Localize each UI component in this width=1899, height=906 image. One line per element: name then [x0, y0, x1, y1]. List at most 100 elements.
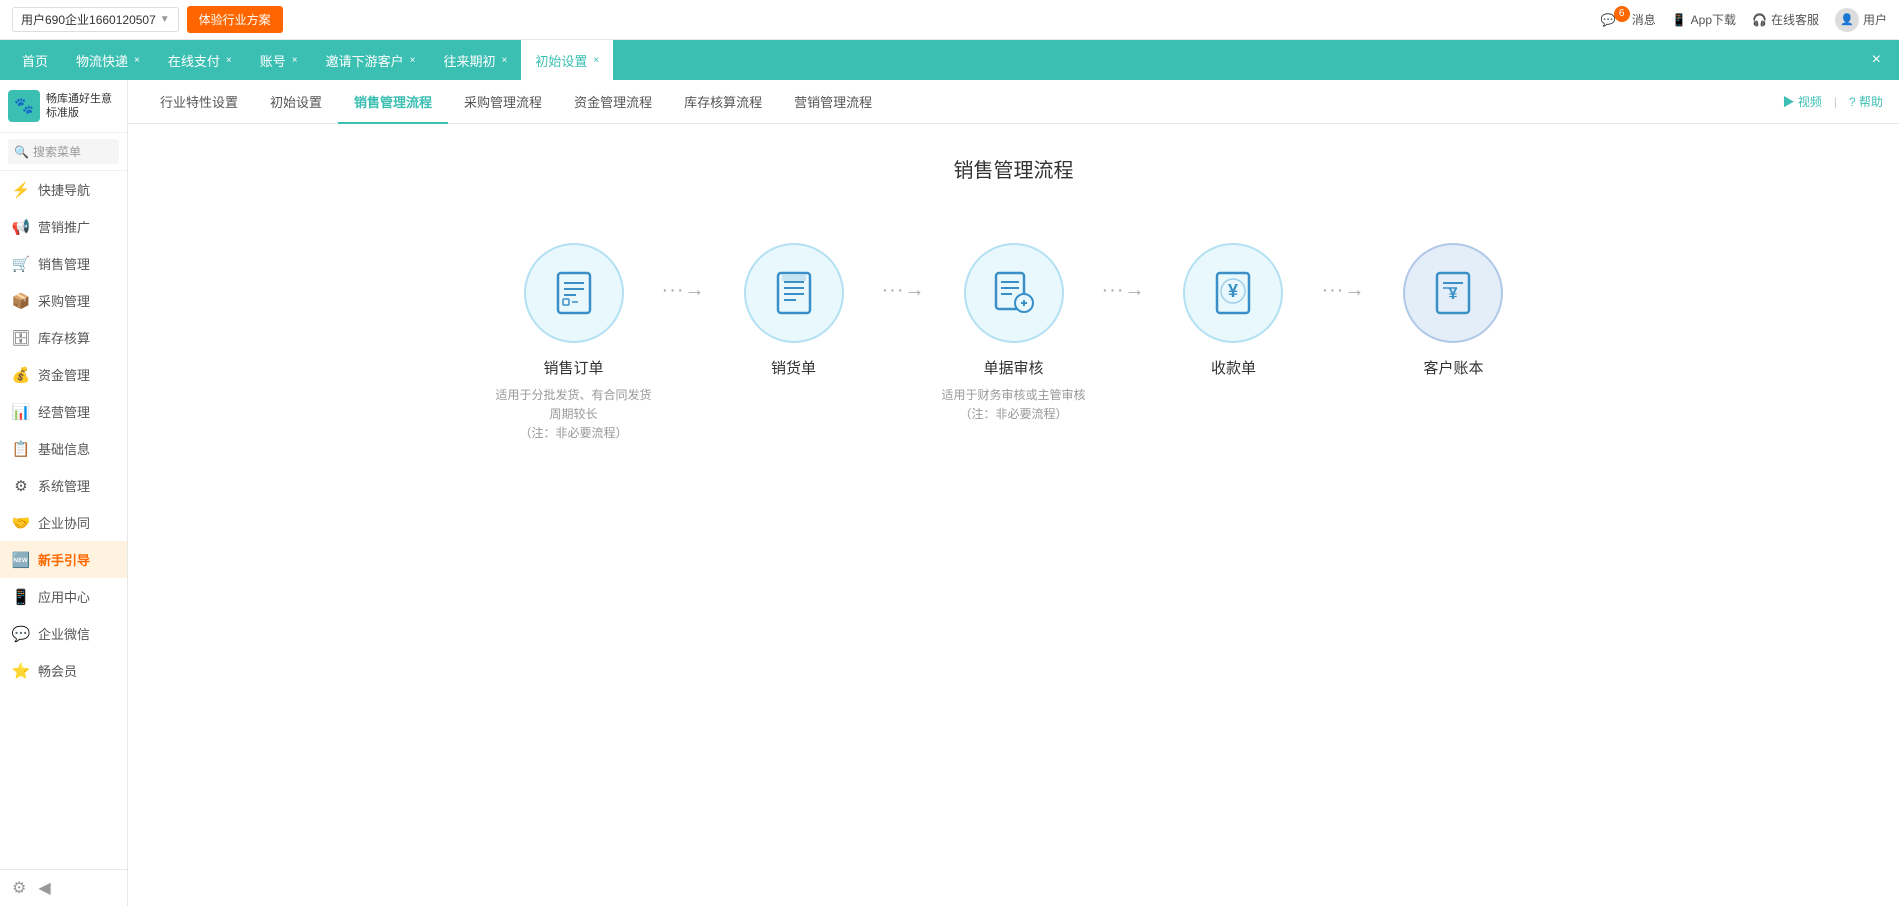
app-download-item[interactable]: 📱 App下载	[1672, 11, 1736, 28]
coop-icon: 🤝	[12, 514, 30, 532]
member-icon: ⭐	[12, 662, 30, 680]
nav-logistics-close-icon[interactable]: ×	[134, 55, 140, 66]
subnav-marketing-flow[interactable]: 营销管理流程	[778, 80, 888, 124]
collapse-icon[interactable]: ◀	[38, 878, 50, 898]
account-icon: ¥	[1429, 269, 1477, 317]
app-label: App下载	[1691, 11, 1736, 28]
nav-opening-label: 往来期初	[443, 51, 495, 70]
trial-button[interactable]: 体验行业方案	[187, 6, 283, 33]
nav-account-close-icon[interactable]: ×	[292, 55, 298, 66]
sidebar-item-coop[interactable]: 🤝 企业协同	[0, 504, 127, 541]
nav-payment-close-icon[interactable]: ×	[226, 55, 232, 66]
subnav-finance-flow[interactable]: 资金管理流程	[558, 80, 668, 124]
nav-home-label: 首页	[22, 51, 48, 70]
nav-opening-close-icon[interactable]: ×	[501, 55, 507, 66]
service-item[interactable]: 🎧 在线客服	[1752, 11, 1819, 28]
message-item[interactable]: 💬 6 消息	[1601, 11, 1656, 28]
flow-arrow-2: ···→	[882, 243, 926, 302]
app-icon: 📱	[1672, 13, 1687, 27]
sidebar-item-marketing-label: 营销推广	[38, 217, 90, 236]
marketing-icon: 📢	[12, 218, 30, 236]
play-icon: ▶	[1782, 95, 1794, 109]
nav-logistics[interactable]: 物流快递 ×	[62, 40, 154, 80]
sidebar-item-sales[interactable]: 🛒 销售管理	[0, 245, 127, 282]
sidebar-item-purchase[interactable]: 📦 采购管理	[0, 282, 127, 319]
subnav-industry[interactable]: 行业特性设置	[144, 80, 254, 124]
dropdown-arrow-icon: ▼	[160, 14, 170, 25]
nav-initial-settings-close-icon[interactable]: ×	[593, 55, 599, 66]
subnav-initial[interactable]: 初始设置	[254, 80, 338, 124]
user-display-name: 用户	[1863, 11, 1887, 28]
flow-step-invoice: 销货单	[714, 243, 874, 386]
guide-icon: 🆕	[12, 551, 30, 569]
flow-arrow-1: ···→	[662, 243, 706, 302]
sales-order-icon	[550, 269, 598, 317]
main-layout: 🐾 畅库通好生意 标准版 🔍 搜索菜单 ⚡ 快捷导航 📢 营销推广	[0, 80, 1899, 906]
user-selector[interactable]: 用户690企业1660120507 ▼	[12, 7, 179, 32]
flow-circle-audit	[964, 243, 1064, 343]
quicknav-icon: ⚡	[12, 181, 30, 199]
nav-initial-settings-label: 初始设置	[535, 51, 587, 70]
sidebar-item-wechat-label: 企业微信	[38, 624, 90, 643]
settings-icon[interactable]: ⚙	[12, 878, 26, 898]
operations-icon: 📊	[12, 403, 30, 421]
subnav-inventory-flow[interactable]: 库存核算流程	[668, 80, 778, 124]
subnav-sales-flow[interactable]: 销售管理流程	[338, 80, 448, 124]
service-label: 在线客服	[1771, 11, 1819, 28]
sidebar-search-container: 🔍 搜索菜单	[0, 133, 127, 171]
flow-step-account: ¥ 客户账本	[1373, 243, 1533, 386]
nav-home[interactable]: 首页	[8, 40, 62, 80]
sidebar-menu: 🔍 搜索菜单 ⚡ 快捷导航 📢 营销推广 🛒 销售管理 📦 采购管理	[0, 133, 127, 869]
step-audit-name: 单据审核	[983, 357, 1043, 378]
finance-icon: 💰	[12, 366, 30, 384]
step-invoice-name: 销货单	[771, 357, 816, 378]
nav-invite-close-icon[interactable]: ×	[410, 55, 416, 66]
invoice-icon	[770, 269, 818, 317]
top-bar-left: 用户690企业1660120507 ▼ 体验行业方案	[12, 6, 283, 33]
sidebar-item-member-label: 畅会员	[38, 661, 77, 680]
subnav-purchase-flow[interactable]: 采购管理流程	[448, 80, 558, 124]
nav-account-label: 账号	[260, 51, 286, 70]
message-label: 消息	[1632, 11, 1656, 28]
sidebar-item-wechat[interactable]: 💬 企业微信	[0, 615, 127, 652]
search-label: 搜索菜单	[33, 143, 81, 160]
headset-icon: 🎧	[1752, 13, 1767, 27]
sidebar-item-basic-label: 基础信息	[38, 439, 90, 458]
nav-payment[interactable]: 在线支付 ×	[154, 40, 246, 80]
nav-initial-settings[interactable]: 初始设置 ×	[521, 40, 613, 80]
help-link[interactable]: ? 帮助	[1849, 93, 1883, 110]
sidebar-item-finance-label: 资金管理	[38, 365, 90, 384]
sidebar-search[interactable]: 🔍 搜索菜单	[8, 139, 119, 164]
sidebar-item-member[interactable]: ⭐ 畅会员	[0, 652, 127, 689]
sidebar-item-basic[interactable]: 📋 基础信息	[0, 430, 127, 467]
sidebar-item-finance[interactable]: 💰 资金管理	[0, 356, 127, 393]
flow-step-receipt: ¥ 收款单	[1153, 243, 1313, 386]
logo-icon: 🐾	[8, 90, 40, 122]
sales-icon: 🛒	[12, 255, 30, 273]
basic-icon: 📋	[12, 440, 30, 458]
sidebar-item-operations[interactable]: 📊 经营管理	[0, 393, 127, 430]
flow-circle-invoice	[744, 243, 844, 343]
step-sales-order-desc: 适用于分批发货、有合同发货周期较长 （注：非必要流程）	[494, 386, 654, 444]
close-all-tabs-button[interactable]: ×	[1862, 51, 1891, 69]
sidebar-item-guide[interactable]: 🆕 新手引导	[0, 541, 127, 578]
system-icon: ⚙	[12, 477, 30, 495]
sidebar-item-inventory[interactable]: 🗄 库存核算	[0, 319, 127, 356]
sidebar-item-quicknav[interactable]: ⚡ 快捷导航	[0, 171, 127, 208]
user-profile-item[interactable]: 👤 用户	[1835, 8, 1887, 32]
nav-invite[interactable]: 邀请下游客户 ×	[312, 40, 430, 80]
sidebar-item-guide-label: 新手引导	[38, 550, 90, 569]
flow-step-audit: 单据审核 适用于财务审核或主管审核 （注：非必要流程）	[934, 243, 1094, 424]
help-icon: ?	[1849, 95, 1856, 109]
top-bar-right: 💬 6 消息 📱 App下载 🎧 在线客服 👤 用户	[1601, 8, 1887, 32]
sidebar-item-system[interactable]: ⚙ 系统管理	[0, 467, 127, 504]
sidebar-item-inventory-label: 库存核算	[38, 328, 90, 347]
sidebar-item-apps[interactable]: 📱 应用中心	[0, 578, 127, 615]
video-link[interactable]: ▶ 视频	[1782, 93, 1821, 110]
content-area: 行业特性设置 初始设置 销售管理流程 采购管理流程 资金管理流程 库存核算流程 …	[128, 80, 1899, 906]
flow-title: 销售管理流程	[168, 154, 1859, 183]
sidebar-item-marketing[interactable]: 📢 营销推广	[0, 208, 127, 245]
nav-payment-label: 在线支付	[168, 51, 220, 70]
nav-opening[interactable]: 往来期初 ×	[429, 40, 521, 80]
nav-account[interactable]: 账号 ×	[246, 40, 312, 80]
